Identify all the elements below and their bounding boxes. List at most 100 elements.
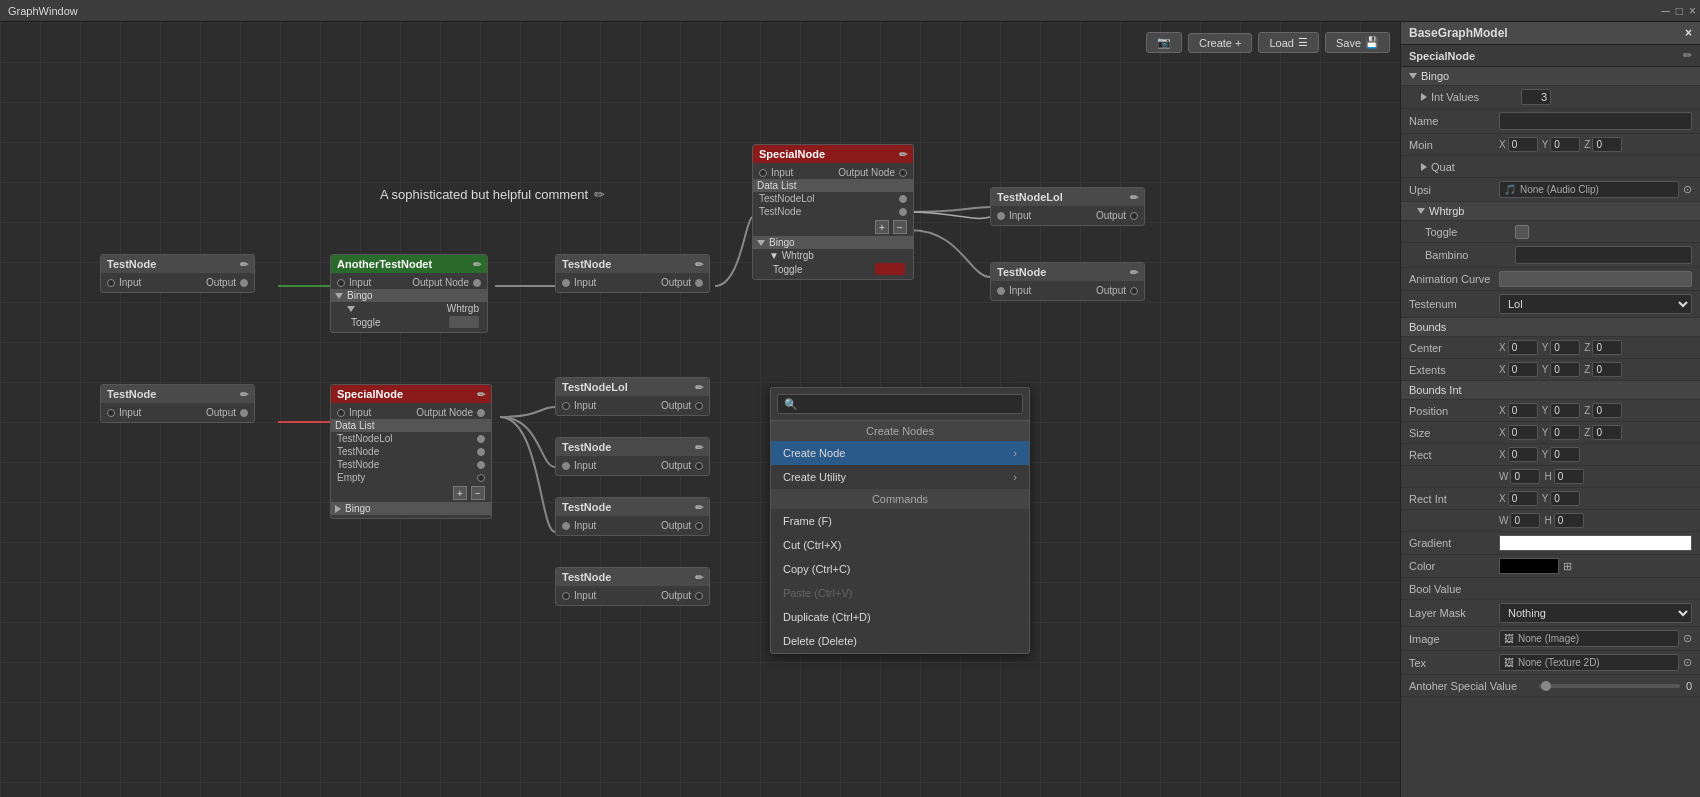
create-utility-item[interactable]: Create Utility ›: [771, 465, 1029, 489]
moin-z[interactable]: [1592, 137, 1622, 152]
port-circle: [562, 402, 570, 410]
minimize-btn[interactable]: ─: [1661, 4, 1670, 18]
moin-y[interactable]: [1550, 137, 1580, 152]
testnode-6-header: TestNode ✏: [556, 498, 709, 516]
testnodelol-2-header: TestNodeLol ✏: [556, 378, 709, 396]
bi-px[interactable]: [1508, 403, 1538, 418]
add-item-btn2[interactable]: +: [453, 486, 467, 500]
context-search-input[interactable]: [777, 394, 1023, 414]
testnodelol-2-body: Input Output: [556, 396, 709, 415]
rect-x[interactable]: [1508, 447, 1538, 462]
color-swatch[interactable]: [1499, 558, 1559, 574]
testnode-5-edit[interactable]: ✏: [695, 442, 703, 453]
testnode-3-header: TestNode ✏: [991, 263, 1144, 281]
image-field[interactable]: 🖼 None (Image): [1499, 630, 1679, 647]
bi-sy[interactable]: [1550, 425, 1580, 440]
color-expand-btn[interactable]: ⊞: [1563, 560, 1572, 573]
camera-btn[interactable]: 📷: [1146, 32, 1182, 53]
graph-area[interactable]: 📷 Create + Load ☰ Save 💾 A sophisticated…: [0, 22, 1400, 797]
bi-sz[interactable]: [1592, 425, 1622, 440]
upsi-link-btn[interactable]: ⊙: [1683, 183, 1692, 196]
bounds-ez[interactable]: [1592, 362, 1622, 377]
anim-curve-field[interactable]: [1499, 271, 1692, 287]
bi-pz[interactable]: [1592, 403, 1622, 418]
bounds-cx[interactable]: [1508, 340, 1538, 355]
create-btn[interactable]: Create +: [1188, 33, 1253, 53]
testnode-5: TestNode ✏ Input Output: [555, 437, 710, 476]
delete-item[interactable]: Delete (Delete): [771, 629, 1029, 653]
int-values-input[interactable]: [1521, 89, 1551, 105]
toggle-checkbox[interactable]: [1515, 225, 1529, 239]
anothertestnode: AnotherTestNodet ✏ Input Output Node Bin…: [330, 254, 488, 333]
testnode-1-edit[interactable]: ✏: [240, 259, 248, 270]
bi-sx[interactable]: [1508, 425, 1538, 440]
edit-icon[interactable]: ✏: [1683, 49, 1692, 62]
name-row: Name: [1401, 109, 1700, 134]
panel-collapse-btn[interactable]: ×: [1685, 26, 1692, 40]
name-input[interactable]: [1499, 112, 1692, 130]
window-controls[interactable]: ─ □ ×: [1661, 4, 1696, 18]
bambino-input[interactable]: [1515, 246, 1692, 264]
anothertestnode-edit[interactable]: ✏: [473, 259, 481, 270]
copy-item[interactable]: Copy (Ctrl+C): [771, 557, 1029, 581]
save-btn[interactable]: Save 💾: [1325, 32, 1390, 53]
context-menu: Create Nodes Create Node › Create Utilit…: [770, 387, 1030, 654]
testenum-select[interactable]: Lol: [1499, 294, 1692, 314]
remove-item-btn2[interactable]: −: [471, 486, 485, 500]
moin-x[interactable]: [1508, 137, 1538, 152]
chevron-down-icon: [757, 240, 765, 246]
tex-field[interactable]: 🖼 None (Texture 2D): [1499, 654, 1679, 671]
int-values-expand[interactable]: [1421, 91, 1431, 103]
testnode-6-edit[interactable]: ✏: [695, 502, 703, 513]
testnode-4-edit[interactable]: ✏: [240, 389, 248, 400]
ri-h[interactable]: [1554, 513, 1584, 528]
ri-w[interactable]: [1510, 513, 1540, 528]
testnode-7-edit[interactable]: ✏: [695, 572, 703, 583]
ri-y[interactable]: [1550, 491, 1580, 506]
duplicate-item[interactable]: Duplicate (Ctrl+D): [771, 605, 1029, 629]
toggle-control[interactable]: [449, 316, 479, 328]
testnodelol-2-edit[interactable]: ✏: [695, 382, 703, 393]
bounds-ex[interactable]: [1508, 362, 1538, 377]
add-item-btn[interactable]: +: [875, 220, 889, 234]
rect-y[interactable]: [1550, 447, 1580, 462]
cut-item[interactable]: Cut (Ctrl+X): [771, 533, 1029, 557]
port-circle: [562, 522, 570, 530]
load-btn[interactable]: Load ☰: [1258, 32, 1318, 53]
bi-py[interactable]: [1550, 403, 1580, 418]
rect-h[interactable]: [1554, 469, 1584, 484]
bounds-ey[interactable]: [1550, 362, 1580, 377]
testnode-2-edit[interactable]: ✏: [695, 259, 703, 270]
create-node-item[interactable]: Create Node ›: [771, 441, 1029, 465]
layer-mask-select[interactable]: Nothing: [1499, 603, 1692, 623]
testnodelol-1-edit[interactable]: ✏: [1130, 192, 1138, 203]
specialnode-2-edit[interactable]: ✏: [477, 389, 485, 400]
comment-edit-btn[interactable]: ✏: [594, 187, 605, 202]
remove-item-btn[interactable]: −: [893, 220, 907, 234]
add-remove-row2: + −: [331, 484, 491, 502]
rect-wh: W H: [1499, 469, 1692, 484]
gradient-field[interactable]: [1499, 535, 1692, 551]
port-circle: [997, 287, 1005, 295]
testnodelol-1-header: TestNodeLol ✏: [991, 188, 1144, 206]
upsi-field[interactable]: 🎵 None (Audio Clip): [1499, 181, 1679, 198]
sp2-testnodeLol: TestNodeLol: [331, 432, 491, 445]
frame-item[interactable]: Frame (F): [771, 509, 1029, 533]
close-btn[interactable]: ×: [1689, 4, 1696, 18]
testnode-1: TestNode ✏ Input Output: [100, 254, 255, 293]
specialnode-1-edit[interactable]: ✏: [899, 149, 907, 160]
anothertestnode-ports: Input Output Node: [331, 276, 487, 289]
toggle-red-control[interactable]: [875, 263, 905, 275]
ri-x[interactable]: [1508, 491, 1538, 506]
tex-link-btn[interactable]: ⊙: [1683, 656, 1692, 669]
image-link-btn[interactable]: ⊙: [1683, 632, 1692, 645]
port-circle: [899, 195, 907, 203]
special-slider[interactable]: [1539, 684, 1680, 688]
rect-w[interactable]: [1510, 469, 1540, 484]
maximize-btn[interactable]: □: [1676, 4, 1683, 18]
bounds-cy[interactable]: [1550, 340, 1580, 355]
anothertestnode-header: AnotherTestNodet ✏: [331, 255, 487, 273]
bounds-cz[interactable]: [1592, 340, 1622, 355]
port-circle: [337, 279, 345, 287]
testnode-3-edit[interactable]: ✏: [1130, 267, 1138, 278]
